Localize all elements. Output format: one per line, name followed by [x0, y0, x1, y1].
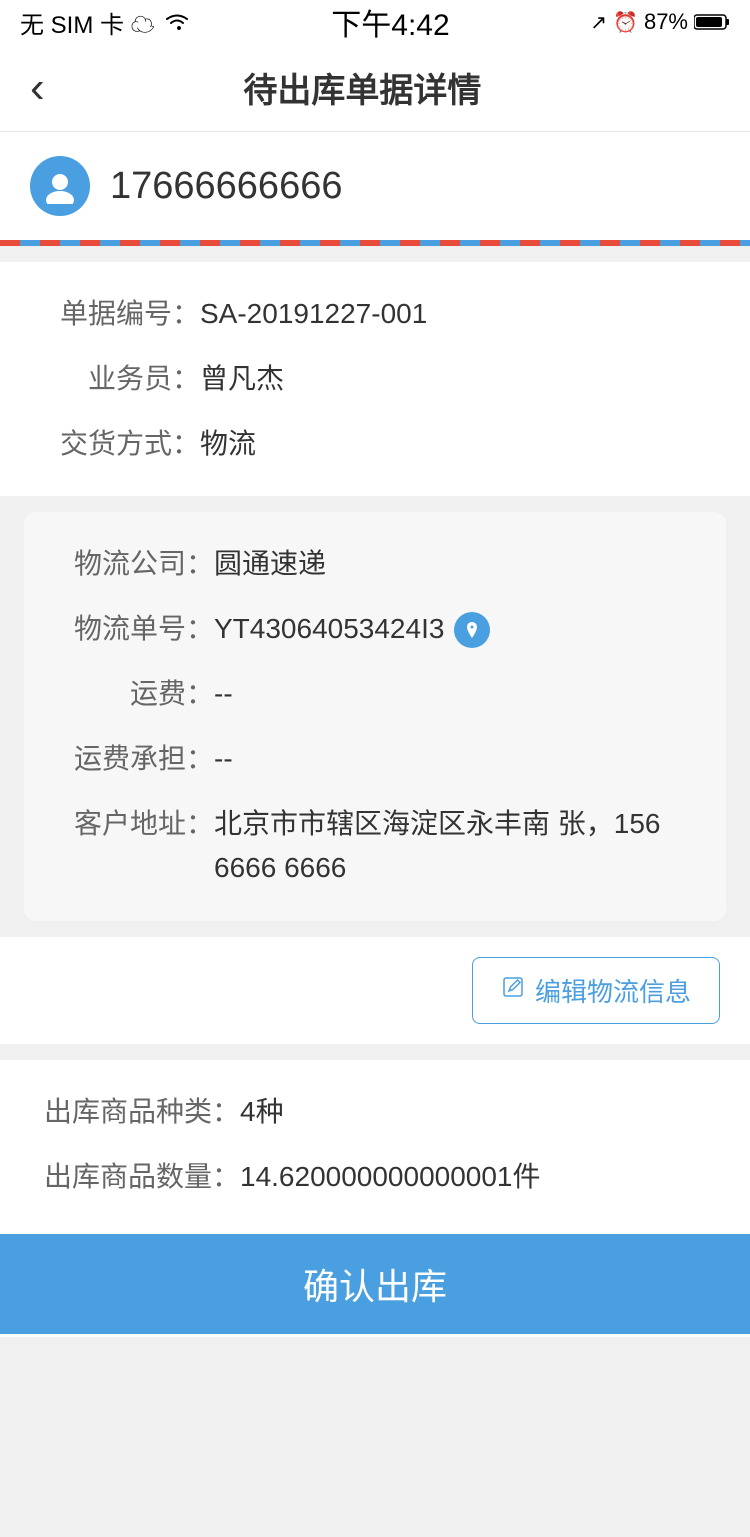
doc-number-value: SA-20191227-001 — [200, 292, 710, 337]
status-right: ↗ ⏰ 87% — [590, 9, 730, 35]
sales-label: 业务员： — [40, 357, 200, 402]
freight-label: 运费： — [54, 672, 214, 717]
bottom-spacer — [0, 1337, 750, 1537]
confirm-bar[interactable]: 确认出库 — [0, 1234, 750, 1334]
status-left: 无 SIM 卡 ☁ — [20, 5, 191, 40]
avatar — [30, 156, 90, 216]
doc-number-label: 单据编号： — [40, 292, 200, 337]
goods-quantity-row: 出库商品数量： 14.620000000000001件 — [40, 1155, 710, 1200]
freight-row: 运费： -- — [54, 672, 696, 717]
logistics-company-row: 物流公司： 圆通速递 — [54, 542, 696, 587]
logistics-card: 物流公司： 圆通速递 物流单号： YT43064053424I3 运费： -- … — [24, 512, 726, 921]
sales-value: 曾凡杰 — [200, 357, 710, 402]
confirm-button-label: 确认出库 — [303, 1258, 447, 1310]
goods-types-label: 出库商品种类： — [40, 1090, 240, 1135]
battery-text: 87% — [644, 9, 688, 35]
basic-info-section: 单据编号： SA-20191227-001 业务员： 曾凡杰 交货方式： 物流 — [0, 262, 750, 496]
nav-bar: ‹ 待出库单据详情 — [0, 44, 750, 132]
freight-bear-label: 运费承担： — [54, 737, 214, 782]
freight-bear-value: -- — [214, 737, 696, 782]
goods-section: 出库商品种类： 4种 出库商品数量： 14.620000000000001件 — [0, 1060, 750, 1230]
battery-icon — [694, 13, 730, 31]
edit-logistics-label: 编辑物流信息 — [535, 972, 691, 1009]
edit-icon — [501, 975, 525, 1006]
separator-1 — [0, 1044, 750, 1060]
alarm-icon: ⏰ — [613, 10, 638, 35]
freight-value: -- — [214, 672, 696, 717]
sales-row: 业务员： 曾凡杰 — [40, 357, 710, 402]
doc-number-row: 单据编号： SA-20191227-001 — [40, 292, 710, 337]
freight-bear-row: 运费承担： -- — [54, 737, 696, 782]
tracking-value: YT43064053424I3 — [214, 607, 696, 652]
status-time: 下午4:42 — [331, 0, 449, 44]
status-bar: 无 SIM 卡 ☁ 下午4:42 ↗ ⏰ 87% — [0, 0, 750, 44]
page-title: 待出库单据详情 — [65, 63, 660, 112]
sim-text: 无 SIM 卡 ☁ — [20, 5, 155, 40]
delivery-value: 物流 — [200, 422, 710, 467]
address-label: 客户地址： — [54, 802, 214, 847]
customer-header: 17666666666 — [0, 132, 750, 240]
back-button[interactable]: ‹ — [30, 63, 45, 113]
delivery-row: 交货方式： 物流 — [40, 422, 710, 467]
location-icon[interactable] — [454, 612, 490, 648]
goods-quantity-label: 出库商品数量： — [40, 1155, 240, 1200]
logistics-company-label: 物流公司： — [54, 542, 214, 587]
address-value: 北京市市辖区海淀区永丰南 张，156 6666 6666 — [214, 802, 696, 892]
tracking-row: 物流单号： YT43064053424I3 — [54, 607, 696, 652]
wifi-icon — [163, 12, 191, 32]
delivery-label: 交货方式： — [40, 422, 200, 467]
dashed-divider — [0, 240, 750, 246]
location-arrow-icon: ↗ — [590, 10, 607, 35]
customer-phone: 17666666666 — [110, 165, 342, 208]
address-row: 客户地址： 北京市市辖区海淀区永丰南 张，156 6666 6666 — [54, 802, 696, 892]
goods-types-row: 出库商品种类： 4种 — [40, 1090, 710, 1135]
goods-quantity-value: 14.620000000000001件 — [240, 1155, 710, 1200]
edit-logistics-button[interactable]: 编辑物流信息 — [472, 957, 720, 1024]
edit-logistics-row: 编辑物流信息 — [0, 937, 750, 1044]
goods-types-value: 4种 — [240, 1090, 710, 1135]
tracking-label: 物流单号： — [54, 607, 214, 652]
logistics-company-value: 圆通速递 — [214, 542, 696, 587]
